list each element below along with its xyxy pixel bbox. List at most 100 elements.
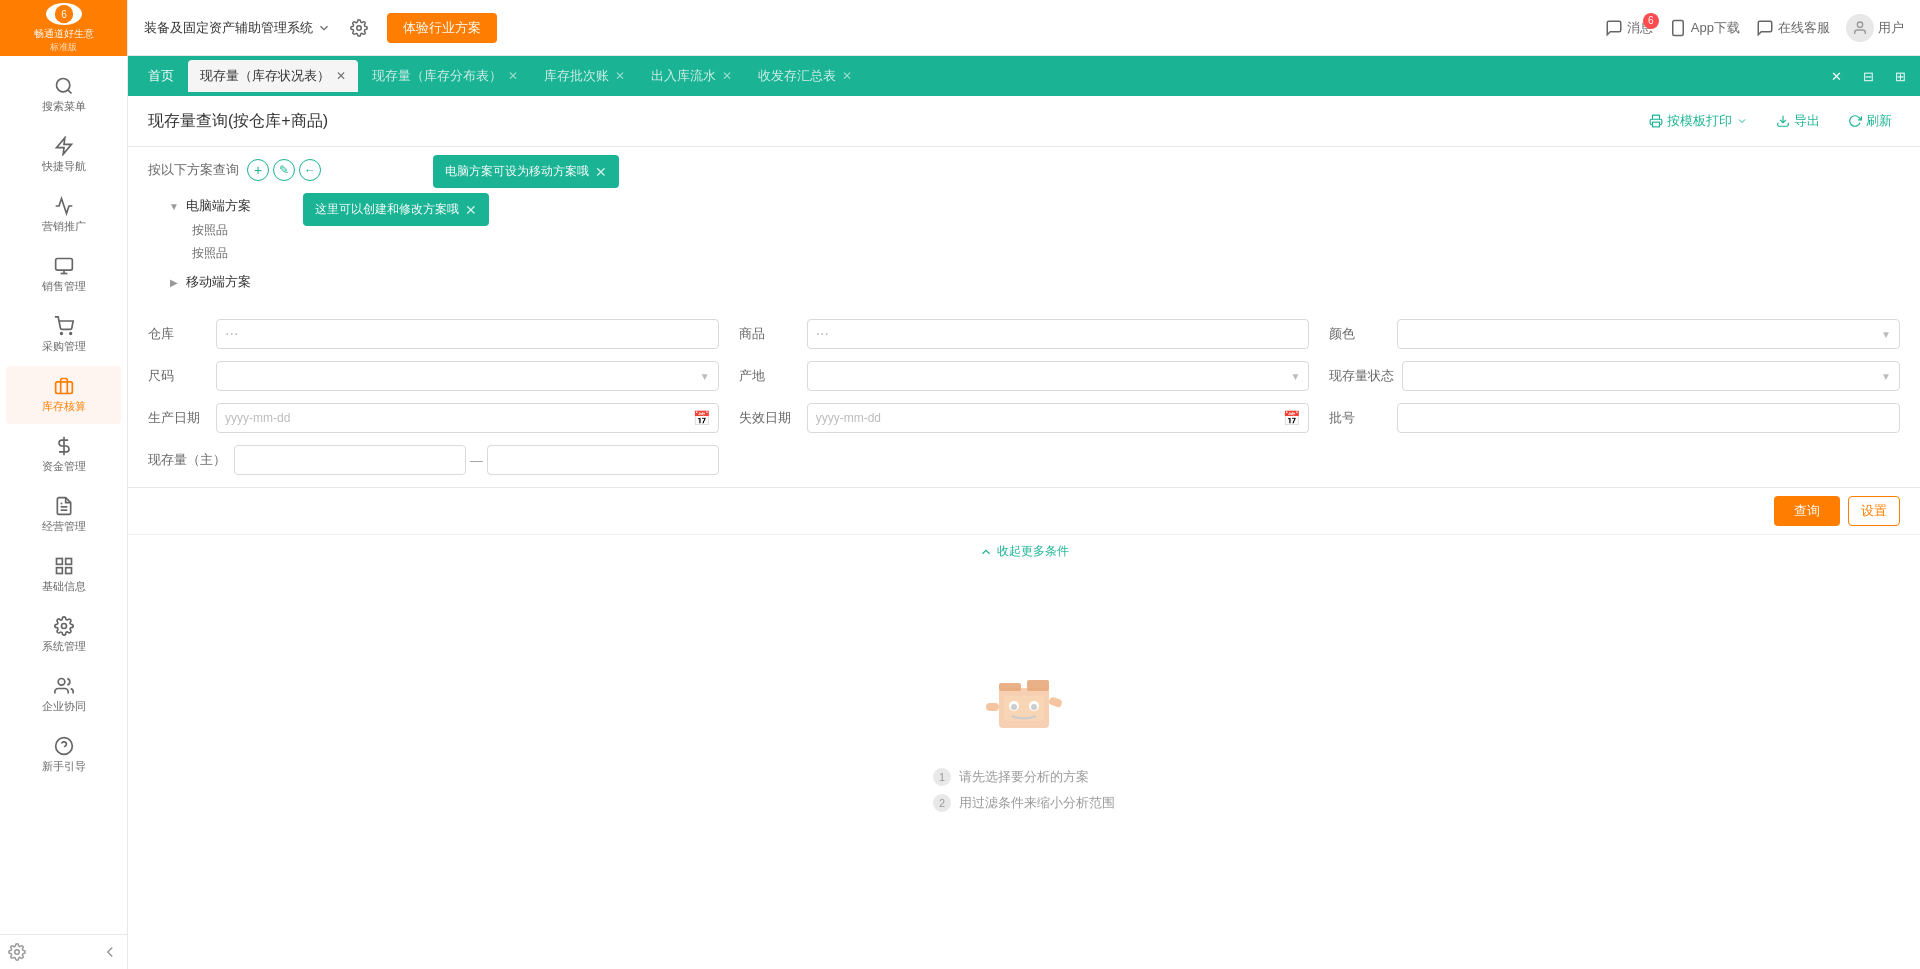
tab-flow[interactable]: 出入库流水 ✕ <box>639 60 744 92</box>
tab-batch-close[interactable]: ✕ <box>615 69 625 83</box>
expire-date-calendar-icon[interactable]: 📅 <box>1283 410 1300 426</box>
sidebar-item-inventory[interactable]: 库存核算 <box>6 366 121 424</box>
sidebar-item-sales[interactable]: 销售管理 <box>6 246 121 304</box>
app-download-btn[interactable]: App下载 <box>1669 19 1740 37</box>
empty-state: 1 请先选择要分析的方案 2 用过滤条件来缩小分析范围 <box>128 568 1920 892</box>
tooltip-pc-scheme: 电脑方案可设为移动方案哦 ✕ <box>433 155 619 188</box>
system-selector[interactable]: 装备及固定资产辅助管理系统 <box>144 19 331 37</box>
filter-header: 按以下方案查询 + ✎ ← <box>148 159 1900 181</box>
nav-scheme-btn[interactable]: ← <box>299 159 321 181</box>
sidebar-item-quicknav[interactable]: 快捷导航 <box>6 126 121 184</box>
expire-date-input[interactable]: yyyy-mm-dd 📅 <box>807 403 1310 433</box>
warehouse-dots: ··· <box>225 325 238 343</box>
user-btn[interactable]: 用户 <box>1846 14 1904 42</box>
tab-close-all-btn[interactable]: ✕ <box>1824 64 1848 88</box>
filter-row-batch: 批号 <box>1329 403 1900 433</box>
stock-status-label: 现存量状态 <box>1329 367 1394 385</box>
add-scheme-btn[interactable]: + <box>247 159 269 181</box>
tooltip-scheme-close[interactable]: ✕ <box>465 202 477 218</box>
batch-input[interactable] <box>1397 403 1900 433</box>
tab-summary[interactable]: 收发存汇总表 ✕ <box>746 60 864 92</box>
header-settings-btn[interactable] <box>343 12 375 44</box>
tab-maximize-btn[interactable]: ⊞ <box>1888 64 1912 88</box>
origin-select[interactable]: ▼ <box>807 361 1310 391</box>
warehouse-select[interactable]: ··· <box>216 319 719 349</box>
trial-btn[interactable]: 体验行业方案 <box>387 13 497 43</box>
collapse-sidebar-icon[interactable] <box>101 943 119 961</box>
tab-minimize-btn[interactable]: ⊟ <box>1856 64 1880 88</box>
sidebar-item-search[interactable]: 搜索菜单 <box>6 66 121 124</box>
export-btn[interactable]: 导出 <box>1768 108 1828 134</box>
minimize-icon: ⊟ <box>1863 69 1874 84</box>
filter-grid: 仓库 ··· 商品 ··· 颜色 ▼ <box>128 319 1920 487</box>
tab-inventory-dist-close[interactable]: ✕ <box>508 69 518 83</box>
online-support-btn[interactable]: 在线客服 <box>1756 19 1830 37</box>
maximize-icon: ⊞ <box>1895 69 1906 84</box>
expire-date-label: 失效日期 <box>739 409 799 427</box>
tab-flow-close[interactable]: ✕ <box>722 69 732 83</box>
tab-inventory-status[interactable]: 现存量（库存状况表） ✕ <box>188 60 358 92</box>
sidebar-item-finance[interactable]: 资金管理 <box>6 426 121 484</box>
stock-main-sep: — <box>470 453 483 468</box>
goods-select[interactable]: ··· <box>807 319 1310 349</box>
sidebar-system-label: 系统管理 <box>42 639 86 654</box>
tab-inventory-status-close[interactable]: ✕ <box>336 69 346 83</box>
settings-bottom-icon[interactable] <box>8 943 26 961</box>
sidebar-item-purchase[interactable]: 采购管理 <box>6 306 121 364</box>
sidebar-logo: 6 畅通道好生意 标准版 <box>0 0 127 56</box>
collapse-bar[interactable]: 收起更多条件 <box>128 534 1920 568</box>
message-btn[interactable]: 6 消息 <box>1605 19 1653 37</box>
tab-flow-label: 出入库流水 <box>651 67 716 85</box>
header-left: 装备及固定资产辅助管理系统 体验行业方案 <box>144 12 497 44</box>
edit-scheme-btn[interactable]: ✎ <box>273 159 295 181</box>
produce-date-calendar-icon[interactable]: 📅 <box>693 410 710 426</box>
scheme-mobile-label: 移动端方案 <box>186 273 251 291</box>
setting-btn[interactable]: 设置 <box>1848 496 1900 526</box>
page-inner: 现存量查询(按仓库+商品) 按模板打印 <box>128 96 1920 969</box>
close-all-icon: ✕ <box>1831 69 1842 84</box>
scheme-item-2[interactable]: 按照品 <box>168 242 1880 265</box>
size-select[interactable]: ▼ <box>216 361 719 391</box>
color-select[interactable]: ▼ <box>1397 319 1900 349</box>
tab-summary-close[interactable]: ✕ <box>842 69 852 83</box>
tab-bar-actions: ✕ ⊟ ⊞ <box>1824 64 1912 88</box>
produce-date-input[interactable]: yyyy-mm-dd 📅 <box>216 403 719 433</box>
stock-status-arrow: ▼ <box>1881 371 1891 382</box>
sidebar-item-basic[interactable]: 基础信息 <box>6 546 121 604</box>
tab-batch[interactable]: 库存批次账 ✕ <box>532 60 637 92</box>
sidebar-quicknav-label: 快捷导航 <box>42 159 86 174</box>
sidebar: 6 畅通道好生意 标准版 搜索菜单 快捷导航 营销推广 <box>0 0 128 969</box>
sidebar-item-operations[interactable]: 经营管理 <box>6 486 121 544</box>
sidebar-item-system[interactable]: 系统管理 <box>6 606 121 664</box>
sidebar-inventory-label: 库存核算 <box>42 399 86 414</box>
print-template-btn[interactable]: 按模板打印 <box>1641 108 1756 134</box>
svg-point-9 <box>69 333 71 335</box>
stock-status-select[interactable]: ▼ <box>1402 361 1900 391</box>
tooltip-pc-close[interactable]: ✕ <box>595 164 607 180</box>
sidebar-item-enterprise[interactable]: 企业协同 <box>6 666 121 724</box>
scheme-group-mobile-header[interactable]: ▶ 移动端方案 <box>168 269 1880 295</box>
svg-marker-4 <box>56 138 71 155</box>
tab-home-label: 首页 <box>148 67 174 85</box>
sidebar-item-marketing[interactable]: 营销推广 <box>6 186 121 244</box>
print-chevron-icon <box>1736 115 1748 127</box>
tab-inventory-dist[interactable]: 现存量（库存分布表） ✕ <box>360 60 530 92</box>
filter-row-size: 尺码 ▼ <box>148 361 719 391</box>
search-btn[interactable]: 查询 <box>1774 496 1840 526</box>
page-actions: 按模板打印 导出 <box>1641 108 1900 134</box>
svg-rect-37 <box>986 703 999 711</box>
svg-rect-5 <box>55 259 72 271</box>
stock-main-max[interactable] <box>487 445 719 475</box>
filter-row-stock-status: 现存量状态 ▼ <box>1329 361 1900 391</box>
filter-row-expire-date: 失效日期 yyyy-mm-dd 📅 <box>739 403 1310 433</box>
system-title: 装备及固定资产辅助管理系统 <box>144 19 313 37</box>
filter-row-produce-date: 生产日期 yyyy-mm-dd 📅 <box>148 403 719 433</box>
top-header: 装备及固定资产辅助管理系统 体验行业方案 6 消息 <box>128 0 1920 56</box>
tab-inventory-dist-label: 现存量（库存分布表） <box>372 67 502 85</box>
sidebar-item-guide[interactable]: 新手引导 <box>6 726 121 784</box>
refresh-btn[interactable]: 刷新 <box>1840 108 1900 134</box>
refresh-label: 刷新 <box>1866 112 1892 130</box>
tab-home[interactable]: 首页 <box>136 60 186 92</box>
origin-arrow: ▼ <box>1290 371 1300 382</box>
stock-main-min[interactable] <box>234 445 466 475</box>
